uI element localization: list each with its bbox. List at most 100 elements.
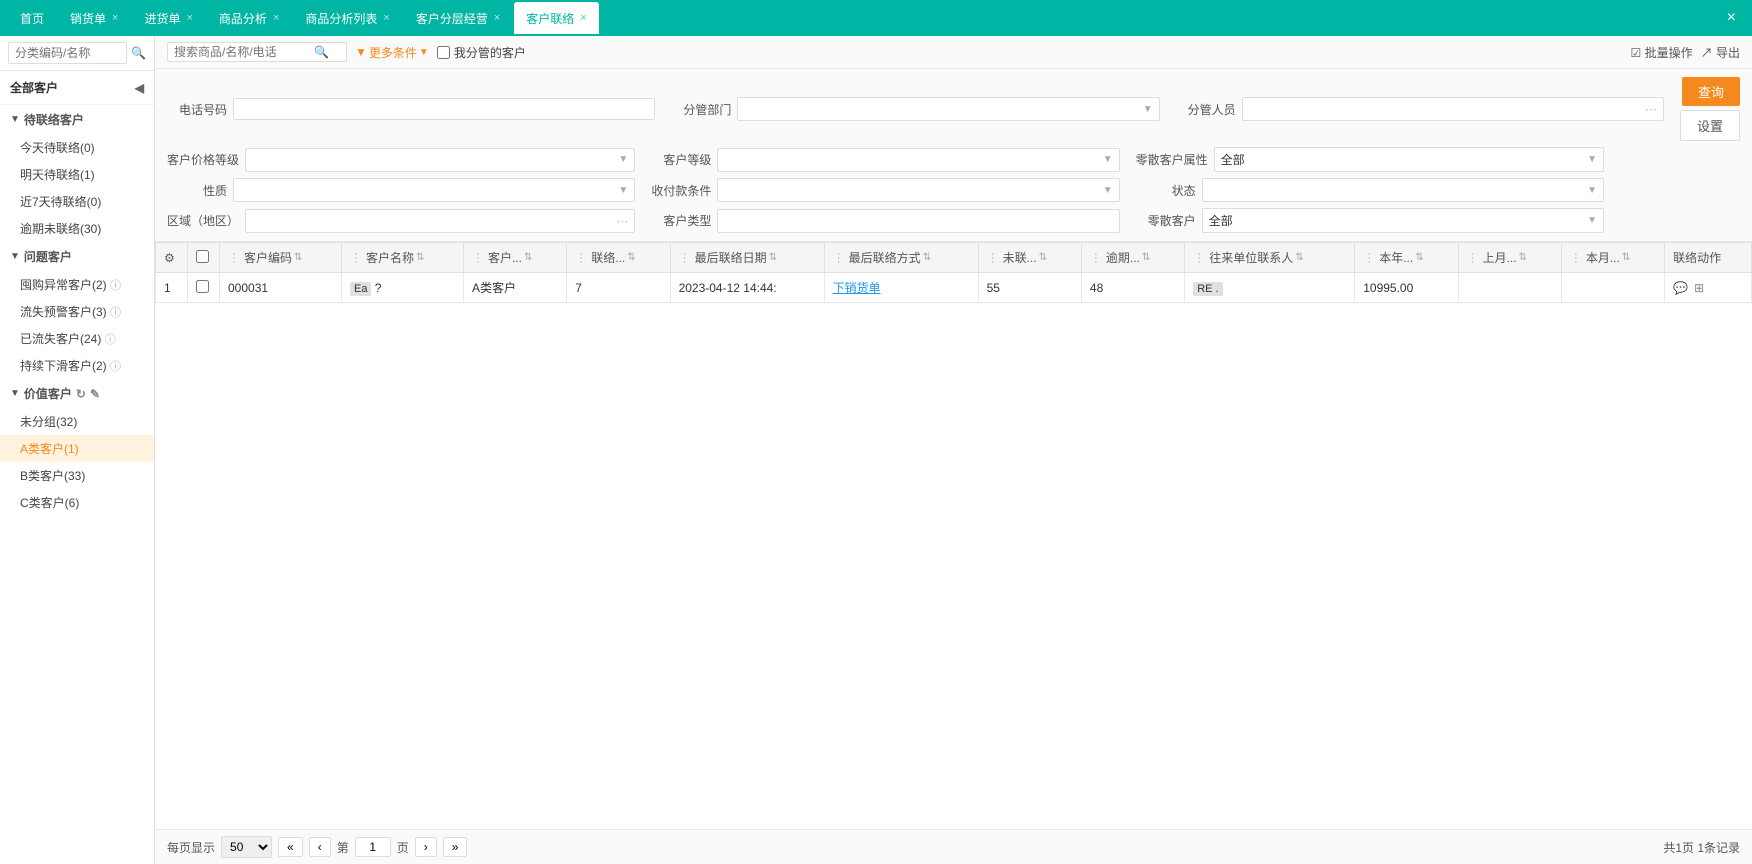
price-level-select[interactable]: ▼ [245,148,635,172]
cell-this-year: 10995.00 [1355,273,1458,303]
sort-unit-contact[interactable]: ⇅ [1295,252,1303,263]
sort-code[interactable]: ⇅ [294,252,302,263]
page-input[interactable] [355,837,391,857]
payment-select[interactable]: ▼ [717,178,1119,202]
manager-select[interactable]: ··· [1242,97,1664,121]
sort-this-month[interactable]: ⇅ [1622,252,1630,263]
phone-input[interactable] [233,98,655,120]
th-type[interactable]: ⋮ 客户... ⇅ [463,243,566,273]
th-last-date[interactable]: ⋮ 最后联络日期 ⇅ [670,243,824,273]
sidebar-item-lost-warning[interactable]: 流失预警客户(3) ⓘ [0,298,154,325]
sidebar-section-value[interactable]: ▼ 价值客户 ↻ ✎ [0,379,154,408]
nav-product-analysis[interactable]: 商品分析 × [207,2,291,34]
gear-icon[interactable]: ⚙ [164,251,175,265]
edit-icon[interactable]: ✎ [90,387,100,401]
nav-customer-segment-close[interactable]: × [494,12,500,24]
per-page-select[interactable]: 50 100 200 [221,836,272,858]
manager-dots[interactable]: ··· [1645,102,1657,116]
sidebar-section-problem[interactable]: ▼ 问题客户 [0,242,154,271]
sidebar-search-container: 🔍 [0,36,154,71]
status-select[interactable]: ▼ [1202,178,1604,202]
th-this-year[interactable]: ⋮ 本年... ⇅ [1355,243,1458,273]
info-icon-3: ⓘ [110,361,121,373]
customer-level-select[interactable]: ▼ [717,148,1119,172]
sort-last-method[interactable]: ⇅ [923,252,931,263]
query-btn[interactable]: 查询 [1682,77,1740,106]
nav-home[interactable]: 首页 [8,2,56,34]
filter-more-btn[interactable]: ▼ 更多条件 ▼ [355,44,429,61]
nav-product-analysis-close[interactable]: × [273,12,279,24]
sidebar-collapse-icon[interactable]: ◀ [135,81,144,95]
nav-purchase-close[interactable]: × [186,12,192,24]
filter-search-icon[interactable]: 🔍 [314,45,329,59]
region-select[interactable]: ··· [245,209,635,233]
first-page-btn[interactable]: « [278,837,303,857]
filter-my-customers[interactable]: 我分管的客户 [437,44,526,61]
sidebar-item-declining[interactable]: 持续下滑客户(2) ⓘ [0,352,154,379]
sidebar-item-c-class[interactable]: C类客户(6) [0,489,154,516]
select-all-checkbox[interactable] [196,250,209,263]
dept-select[interactable]: ▼ [737,97,1159,121]
sort-type[interactable]: ⇅ [524,252,532,263]
sidebar-item-today[interactable]: 今天待联络(0) [0,134,154,161]
retail-attr-label: 零散客户属性 [1136,151,1208,168]
sidebar-item-ungroup[interactable]: 未分组(32) [0,408,154,435]
sort-overdue[interactable]: ⇅ [1142,252,1150,263]
nav-customer-segment[interactable]: 客户分层经营 × [404,2,512,34]
nav-sales-close[interactable]: × [112,12,118,24]
my-customers-checkbox[interactable] [437,46,450,59]
nav-customer-contact-close[interactable]: × [580,12,586,24]
th-last-month[interactable]: ⋮ 上月... ⇅ [1458,243,1561,273]
sort-last-month[interactable]: ⇅ [1519,252,1527,263]
prev-page-btn[interactable]: ‹ [309,837,331,857]
nav-purchase[interactable]: 进货单 × [132,2,204,34]
last-page-btn[interactable]: » [443,837,468,857]
sidebar-all-label: 全部客户 [10,79,58,96]
sort-name[interactable]: ⇅ [416,252,424,263]
th-name[interactable]: ⋮ 客户名称 ⇅ [341,243,463,273]
th-no-contact[interactable]: ⋮ 未联... ⇅ [978,243,1081,273]
setting-btn[interactable]: 设置 [1680,110,1740,141]
sidebar-item-overdue[interactable]: 逾期未联络(30) [0,215,154,242]
sort-last-date[interactable]: ⇅ [769,252,777,263]
refresh-icon[interactable]: ↻ [76,387,86,401]
adv-filter: 电话号码 分管部门 ▼ 分管人员 ··· [155,69,1752,242]
customer-type-select[interactable] [717,209,1119,233]
retail-customer-select[interactable]: 全部 ▼ [1202,208,1604,233]
th-code[interactable]: ⋮ 客户编码 ⇅ [220,243,342,273]
sidebar-item-7days[interactable]: 近7天待联络(0) [0,188,154,215]
nav-customer-contact[interactable]: 客户联络 × [514,2,598,34]
th-overdue[interactable]: ⋮ 逾期... ⇅ [1081,243,1184,273]
last-method-link[interactable]: 下销货单 [833,281,881,295]
sidebar-search-input[interactable] [8,42,127,64]
region-dots[interactable]: ··· [616,214,628,228]
sidebar-item-tomorrow[interactable]: 明天待联络(1) [0,161,154,188]
retail-attr-select[interactable]: 全部 ▼ [1214,147,1604,172]
action-chat-icon[interactable]: 💬 [1673,281,1688,295]
action-more-icon[interactable]: ⊞ [1694,281,1704,295]
sidebar-item-lost[interactable]: 已流失客户(24) ⓘ [0,325,154,352]
nav-sales[interactable]: 销货单 × [58,2,130,34]
sidebar-search-icon[interactable]: 🔍 [131,46,146,60]
nav-product-list-close[interactable]: × [383,12,389,24]
filter-search-input[interactable] [174,45,314,59]
th-contact[interactable]: ⋮ 联络... ⇅ [567,243,670,273]
next-page-btn[interactable]: › [415,837,437,857]
sort-no-contact[interactable]: ⇅ [1039,252,1047,263]
th-unit-contact[interactable]: ⋮ 往来单位联系人 ⇅ [1185,243,1355,273]
sidebar-section-pending[interactable]: ▼ 待联络客户 [0,105,154,134]
sort-contact[interactable]: ⇅ [627,252,635,263]
row-checkbox-0[interactable] [196,280,209,293]
sidebar-item-a-class[interactable]: A类客户(1) [0,435,154,462]
th-last-method[interactable]: ⋮ 最后联络方式 ⇅ [824,243,978,273]
nav-close-all[interactable]: × [1719,5,1744,31]
sort-this-year[interactable]: ⇅ [1415,252,1423,263]
sidebar-item-b-class[interactable]: B类客户(33) [0,462,154,489]
th-this-month[interactable]: ⋮ 本月... ⇅ [1561,243,1664,273]
nav-product-list[interactable]: 商品分析列表 × [293,2,401,34]
nature-select[interactable]: ▼ [233,178,635,202]
export-btn[interactable]: ↗ 导出 [1701,44,1740,61]
filter-status: 状态 ▼ [1136,178,1604,202]
batch-op-btn[interactable]: ☑ 批量操作 [1631,44,1693,61]
sidebar-item-abnormal[interactable]: 囤购异常客户(2) ⓘ [0,271,154,298]
